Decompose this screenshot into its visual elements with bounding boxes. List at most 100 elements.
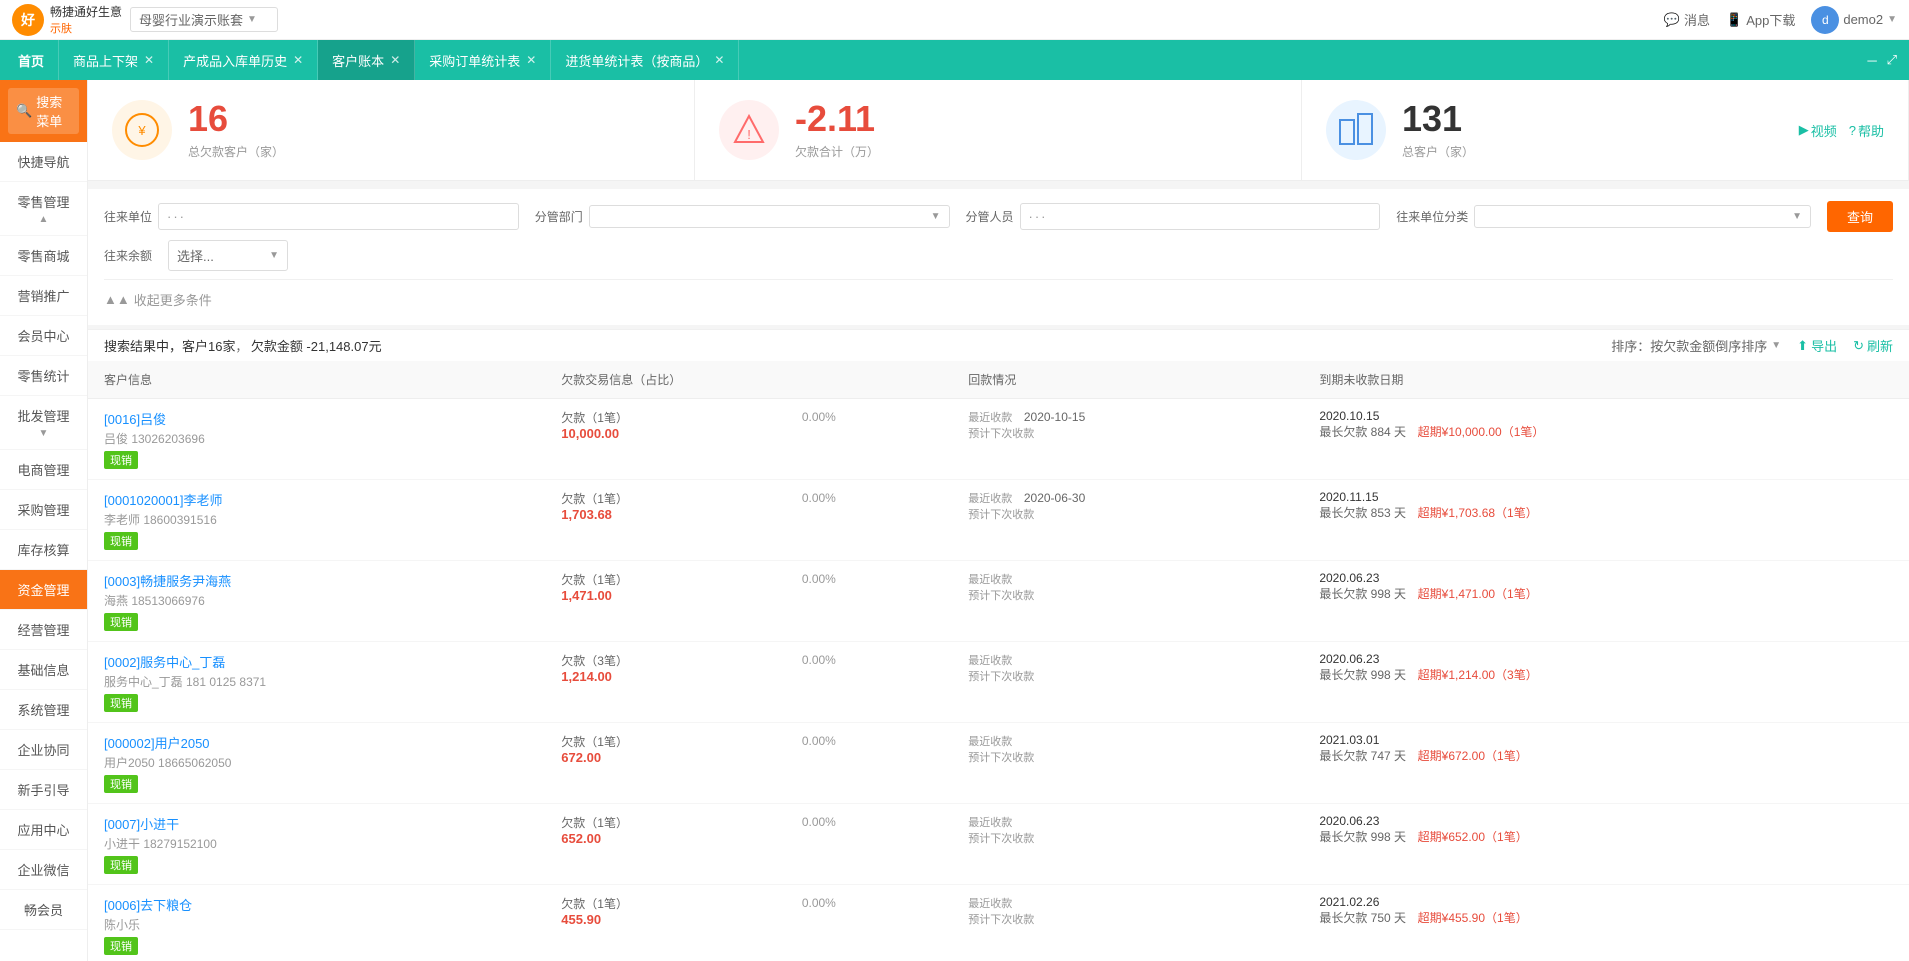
company-select[interactable]: 母婴行业演示账套 ▼ [130,7,278,32]
overdue-amount[interactable]: 超期¥455.90（1笔） [1418,911,1528,925]
sidebar-item-finance[interactable]: 资金管理 [0,570,87,610]
table-row: [0002]服务中心_丁磊 服务中心_丁磊 181 0125 8371 现销 欠… [88,642,1909,723]
table-row: [0007]小进干 小进干 18279152100 现销 欠款（1笔） 652.… [88,804,1909,885]
tab-close-icon[interactable]: ✕ [714,53,724,67]
debt-count: 欠款（1笔） [561,814,762,831]
sidebar-item-retail-mall[interactable]: 零售商城 [0,236,87,276]
overdue-amount[interactable]: 超期¥652.00（1笔） [1418,830,1528,844]
customer-name-link[interactable]: [0007]小进干 [104,814,529,833]
tab-product-shelf[interactable]: 商品上下架 ✕ [59,40,169,80]
last-collect-label: 最近收款 [968,817,1012,829]
video-button[interactable]: ▶ 视频 [1799,121,1837,140]
sidebar-item-quick-nav[interactable]: 快捷导航 [0,142,87,182]
collapse-button[interactable]: ▲▲ 收起更多条件 [104,286,1893,313]
debt-amount[interactable]: 652.00 [561,831,762,846]
sidebar-search[interactable]: 🔍 搜索菜单 [0,80,87,142]
search-menu-button[interactable]: 🔍 搜索菜单 [8,88,79,134]
tab-inventory-stats[interactable]: 进货单统计表（按商品） ✕ [551,40,739,80]
chevron-down-icon: ▼ [1792,211,1802,222]
help-button[interactable]: ? 帮助 [1849,121,1884,140]
sort-selector[interactable]: 排序：按欠款金额倒序排序 ▼ [1611,336,1781,355]
tab-customer-account[interactable]: 客户账本 ✕ [318,40,415,80]
filter-unit-label: 往来单位 [104,208,152,225]
debt-amount[interactable]: 455.90 [561,912,762,927]
cell-collection: 最近收款 预计下次收款 [952,561,1303,642]
customer-name-link[interactable]: [0016]吕俊 [104,409,529,428]
sidebar-item-retail-mgmt[interactable]: 零售管理 ▲ [0,182,87,236]
cell-debt-pct: 0.00% [778,561,952,642]
customer-name-link[interactable]: [0002]服务中心_丁磊 [104,652,529,671]
svg-text:!: ! [747,127,751,142]
filter-manager-input[interactable]: ··· [1020,203,1381,230]
filter-dept-label: 分管部门 [535,208,583,225]
cell-debt-pct: 0.00% [778,885,952,961]
debt-amount[interactable]: 1,703.68 [561,507,762,522]
user-avatar[interactable]: d demo2 ▼ [1811,6,1897,34]
overdue-amount[interactable]: 超期¥1,214.00（3笔） [1418,668,1538,682]
customer-name-link[interactable]: [0006]去下粮仓 [104,895,529,914]
filter-balance-select[interactable]: 选择... ▼ [168,240,288,271]
sidebar-item-operations[interactable]: 经营管理 [0,610,87,650]
debt-amount[interactable]: 10,000.00 [561,426,762,441]
sidebar-item-enterprise-wechat[interactable]: 企业微信 [0,850,87,890]
debt-percentage: 0.00% [802,734,836,748]
sidebar-item-base-info[interactable]: 基础信息 [0,650,87,690]
export-button[interactable]: ⬆ 导出 [1797,336,1837,355]
due-date-value: 2021.02.26 [1319,895,1893,909]
sidebar-item-retail-stats[interactable]: 零售统计 [0,356,87,396]
sidebar-item-batch-mgmt[interactable]: 批发管理 ▼ [0,396,87,450]
sidebar-item-system[interactable]: 系统管理 [0,690,87,730]
refresh-button[interactable]: ↻ 刷新 [1853,336,1893,355]
due-date-value: 2021.03.01 [1319,733,1893,747]
nav-maximize-icon[interactable]: ⤢ [1887,52,1897,68]
filter-manager-label: 分管人员 [966,208,1014,225]
app-download-button[interactable]: 📱 App下载 [1726,10,1795,29]
search-button[interactable]: 查询 [1827,201,1893,232]
sidebar-item-ecommerce[interactable]: 电商管理 [0,450,87,490]
debt-amount[interactable]: 1,471.00 [561,588,762,603]
cell-customer-info: [0003]畅捷服务尹海燕 海燕 18513066976 现销 [88,561,545,642]
sidebar-item-enterprise-collab[interactable]: 企业协同 [0,730,87,770]
sidebar-item-new-guide[interactable]: 新手引导 [0,770,87,810]
debt-amount[interactable]: 672.00 [561,750,762,765]
debt-amount[interactable]: 1,214.00 [561,669,762,684]
tab-close-icon[interactable]: ✕ [526,53,536,67]
customer-badge: 现销 [104,451,138,469]
cell-debt-pct: 0.00% [778,399,952,480]
customer-badge: 现销 [104,856,138,874]
overdue-amount[interactable]: 超期¥1,471.00（1笔） [1418,587,1538,601]
overdue-amount[interactable]: 超期¥10,000.00（1笔） [1418,425,1545,439]
chevron-down-icon: ▼ [269,250,279,261]
sidebar-item-purchase[interactable]: 采购管理 [0,490,87,530]
tab-close-icon[interactable]: ✕ [390,53,400,67]
tab-close-icon[interactable]: ✕ [144,53,154,67]
total-customers-number: 131 [1402,101,1474,137]
filter-dept-select[interactable]: ▼ [589,205,950,228]
overdue-amount[interactable]: 超期¥672.00（1笔） [1418,749,1528,763]
next-collect-label: 预计下次收款 [968,671,1034,683]
sidebar-item-vip-member[interactable]: 畅会员 [0,890,87,930]
customer-sub-info: 李老师 18600391516 [104,511,529,528]
tab-home[interactable]: 首页 [4,40,59,80]
sidebar-item-app-center[interactable]: 应用中心 [0,810,87,850]
tab-production-history[interactable]: 产成品入库单历史 ✕ [169,40,318,80]
overdue-amount[interactable]: 超期¥1,703.68（1笔） [1418,506,1538,520]
customer-name-link[interactable]: [0001020001]李老师 [104,490,529,509]
last-collect-label: 最近收款 [968,412,1012,424]
customer-name-link[interactable]: [000002]用户2050 [104,733,529,752]
sidebar-item-inventory[interactable]: 库存核算 [0,530,87,570]
page-body: ¥ 16 总欠款客户（家） ! [88,80,1909,961]
sidebar-item-marketing[interactable]: 营销推广 [0,276,87,316]
overdue-days: 最长欠款 747 天 [1319,749,1406,763]
nav-minimize-icon[interactable]: － [1866,51,1879,70]
filter-unit-input[interactable]: ··· [158,203,519,230]
tab-purchase-order[interactable]: 采购订单统计表 ✕ [415,40,551,80]
customer-name-link[interactable]: [0003]畅捷服务尹海燕 [104,571,529,590]
cell-customer-info: [0001020001]李老师 李老师 18600391516 现销 [88,480,545,561]
stat-card-debt-customers: ¥ 16 总欠款客户（家） [88,80,695,180]
tab-close-icon[interactable]: ✕ [293,53,303,67]
sidebar-item-member[interactable]: 会员中心 [0,316,87,356]
filter-category-select[interactable]: ▼ [1474,205,1811,228]
search-icon: 🔍 [16,103,32,119]
message-button[interactable]: 💬 消息 [1664,10,1710,29]
